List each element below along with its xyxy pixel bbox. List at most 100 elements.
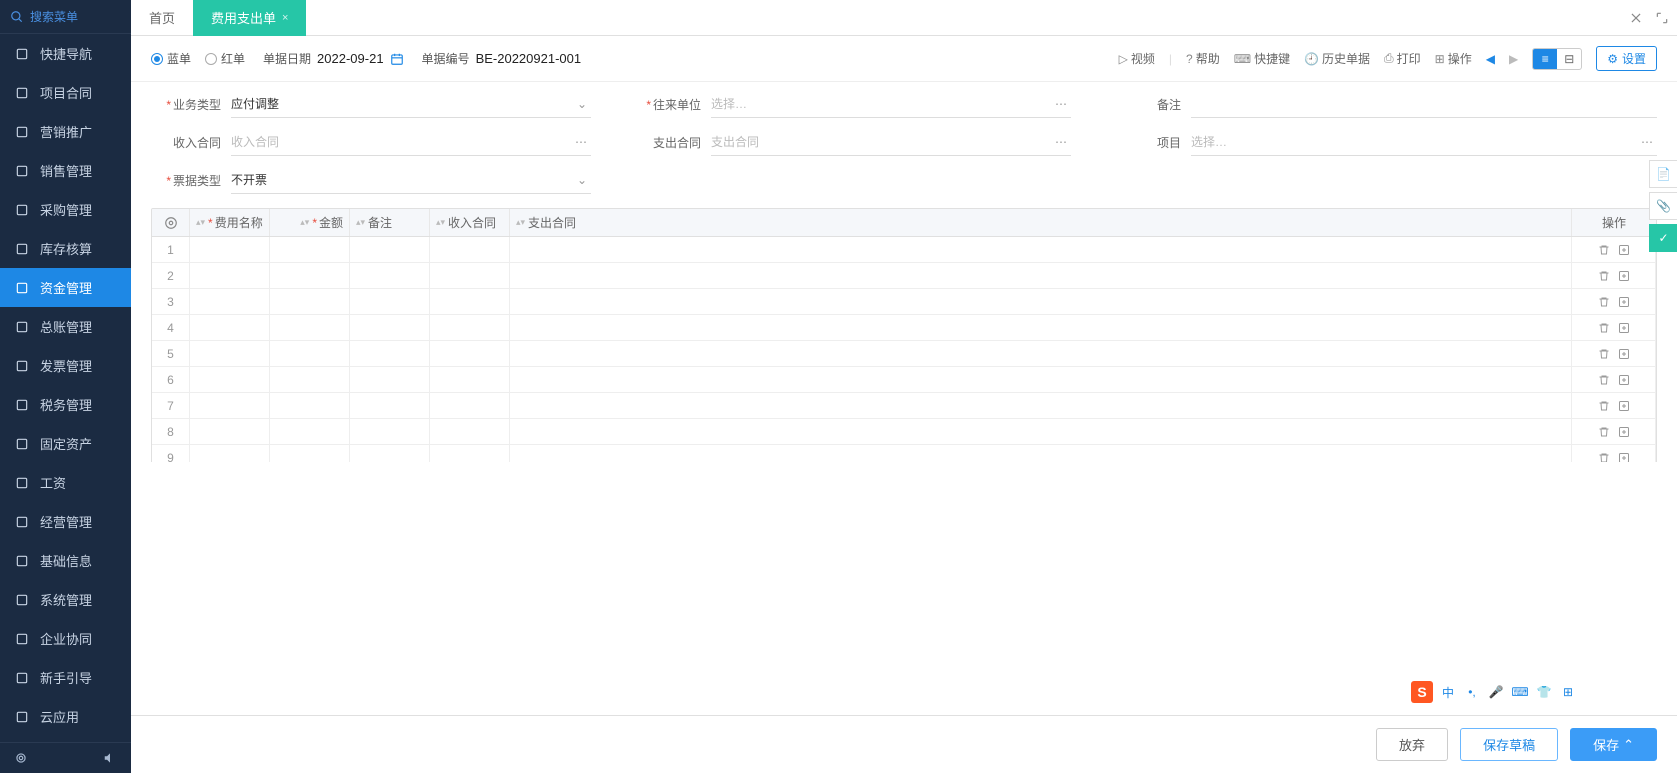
side-tool-checked[interactable]: ✓ xyxy=(1649,224,1677,252)
expense-contract-input[interactable] xyxy=(711,135,1051,149)
table-row[interactable]: 2 xyxy=(152,263,1656,289)
sidebar-item-invoice[interactable]: 发票管理 xyxy=(0,346,131,385)
ime-zh[interactable]: 中 xyxy=(1439,683,1457,701)
table-row[interactable]: 3 xyxy=(152,289,1656,315)
hotkey-action[interactable]: ⌨快捷键 xyxy=(1234,50,1290,67)
date-value[interactable]: 2022-09-21 xyxy=(317,51,384,66)
volume-icon[interactable] xyxy=(103,751,117,765)
add-row-icon[interactable] xyxy=(1618,452,1630,462)
tab-1[interactable]: 费用支出单× xyxy=(193,0,306,36)
add-row-icon[interactable] xyxy=(1618,244,1630,256)
add-row-icon[interactable] xyxy=(1618,426,1630,438)
tab-close-icon[interactable]: × xyxy=(282,12,288,24)
add-row-icon[interactable] xyxy=(1618,296,1630,308)
delete-row-icon[interactable] xyxy=(1598,322,1610,334)
ime-mic-icon[interactable]: 🎤 xyxy=(1487,683,1505,701)
tab-0[interactable]: 首页 xyxy=(131,0,193,36)
sidebar-item-building[interactable]: 企业协同 xyxy=(0,619,131,658)
sidebar-item-money[interactable]: 资金管理 xyxy=(0,268,131,307)
more-icon[interactable]: ⋯ xyxy=(571,135,591,149)
delete-row-icon[interactable] xyxy=(1598,452,1610,462)
add-row-icon[interactable] xyxy=(1618,400,1630,412)
radio-blue[interactable]: 蓝单 xyxy=(151,50,191,67)
help-action[interactable]: ?帮助 xyxy=(1186,50,1220,67)
radio-red[interactable]: 红单 xyxy=(205,50,245,67)
sidebar-item-gift[interactable]: 营销推广 xyxy=(0,112,131,151)
table-row[interactable]: 5 xyxy=(152,341,1656,367)
more-action[interactable]: ⊞操作 xyxy=(1435,50,1472,67)
sidebar-item-grid[interactable]: 基础信息 xyxy=(0,541,131,580)
col-note[interactable]: ▴▾备注 xyxy=(350,209,430,236)
table-row[interactable]: 1 xyxy=(152,237,1656,263)
sidebar-search[interactable]: 搜索菜单 xyxy=(0,0,131,34)
chevron-down-icon[interactable]: ⌄ xyxy=(573,97,591,111)
discard-button[interactable]: 放弃 xyxy=(1376,728,1448,761)
more-icon[interactable]: ⋯ xyxy=(1637,135,1657,149)
sidebar-item-tax[interactable]: 税务管理 xyxy=(0,385,131,424)
income-contract-input[interactable] xyxy=(231,135,571,149)
ticket-type-input[interactable] xyxy=(231,173,573,187)
gear-icon[interactable] xyxy=(14,751,28,765)
chevron-down-icon[interactable]: ⌄ xyxy=(573,173,591,187)
view-card[interactable]: ⊟ xyxy=(1557,49,1581,69)
biz-type-input[interactable] xyxy=(231,97,573,111)
sidebar-item-home[interactable]: 销售管理 xyxy=(0,151,131,190)
sidebar-item-system[interactable]: 系统管理 xyxy=(0,580,131,619)
delete-row-icon[interactable] xyxy=(1598,374,1610,386)
delete-row-icon[interactable] xyxy=(1598,426,1610,438)
sidebar-item-compass[interactable]: 快捷导航 xyxy=(0,34,131,73)
close-tab-icon[interactable] xyxy=(1629,11,1643,25)
delete-row-icon[interactable] xyxy=(1598,270,1610,282)
prev-icon[interactable]: ◀ xyxy=(1486,52,1495,66)
col-income[interactable]: ▴▾收入合同 xyxy=(430,209,510,236)
ime-logo-icon[interactable]: S xyxy=(1411,681,1433,703)
table-row[interactable]: 9 xyxy=(152,445,1656,462)
sidebar-item-file[interactable]: 项目合同 xyxy=(0,73,131,112)
add-row-icon[interactable] xyxy=(1618,348,1630,360)
ime-punct-icon[interactable]: •, xyxy=(1463,683,1481,701)
sidebar-item-cart[interactable]: 采购管理 xyxy=(0,190,131,229)
delete-row-icon[interactable] xyxy=(1598,244,1610,256)
ime-menu-icon[interactable]: ⊞ xyxy=(1559,683,1577,701)
table-row[interactable]: 8 xyxy=(152,419,1656,445)
grid-config[interactable] xyxy=(152,209,190,236)
setting-button[interactable]: ⚙ 设置 xyxy=(1596,46,1657,71)
sidebar-item-guide[interactable]: 新手引导 xyxy=(0,658,131,697)
ime-keyboard-icon[interactable]: ⌨ xyxy=(1511,683,1529,701)
save-button[interactable]: 保存⌃ xyxy=(1570,728,1657,761)
view-list[interactable]: ≡ xyxy=(1533,49,1557,69)
print-action[interactable]: ⎙打印 xyxy=(1384,50,1421,67)
sidebar-item-asset[interactable]: 固定资产 xyxy=(0,424,131,463)
col-expense[interactable]: ▴▾支出合同 xyxy=(510,209,1572,236)
calendar-icon[interactable] xyxy=(390,52,404,66)
more-icon[interactable]: ⋯ xyxy=(1051,97,1071,111)
ime-skin-icon[interactable]: 👕 xyxy=(1535,683,1553,701)
side-tool-note[interactable]: 📄 xyxy=(1649,160,1677,188)
fullscreen-icon[interactable] xyxy=(1655,11,1669,25)
save-draft-button[interactable]: 保存草稿 xyxy=(1460,728,1558,761)
video-action[interactable]: ▷视频 xyxy=(1119,50,1155,67)
sidebar-item-ledger[interactable]: 总账管理 xyxy=(0,307,131,346)
sidebar-item-box[interactable]: 库存核算 xyxy=(0,229,131,268)
add-row-icon[interactable] xyxy=(1618,322,1630,334)
sidebar-item-wage[interactable]: 工资 xyxy=(0,463,131,502)
project-input[interactable] xyxy=(1191,135,1637,149)
add-row-icon[interactable] xyxy=(1618,374,1630,386)
col-fee-name[interactable]: ▴▾*费用名称 xyxy=(190,209,270,236)
delete-row-icon[interactable] xyxy=(1598,348,1610,360)
more-icon[interactable]: ⋯ xyxy=(1051,135,1071,149)
col-amount[interactable]: ▴▾*金额 xyxy=(270,209,350,236)
remark-input[interactable] xyxy=(1191,97,1657,111)
side-tool-attach[interactable]: 📎 xyxy=(1649,192,1677,220)
table-row[interactable]: 6 xyxy=(152,367,1656,393)
delete-row-icon[interactable] xyxy=(1598,296,1610,308)
delete-row-icon[interactable] xyxy=(1598,400,1610,412)
table-row[interactable]: 4 xyxy=(152,315,1656,341)
next-icon[interactable]: ▶ xyxy=(1509,52,1518,66)
add-row-icon[interactable] xyxy=(1618,270,1630,282)
sidebar-item-cloud[interactable]: 云应用 xyxy=(0,697,131,736)
partner-input[interactable] xyxy=(711,97,1051,111)
history-action[interactable]: 🕘历史单据 xyxy=(1304,50,1370,67)
table-row[interactable]: 7 xyxy=(152,393,1656,419)
sidebar-item-manage[interactable]: 经营管理 xyxy=(0,502,131,541)
